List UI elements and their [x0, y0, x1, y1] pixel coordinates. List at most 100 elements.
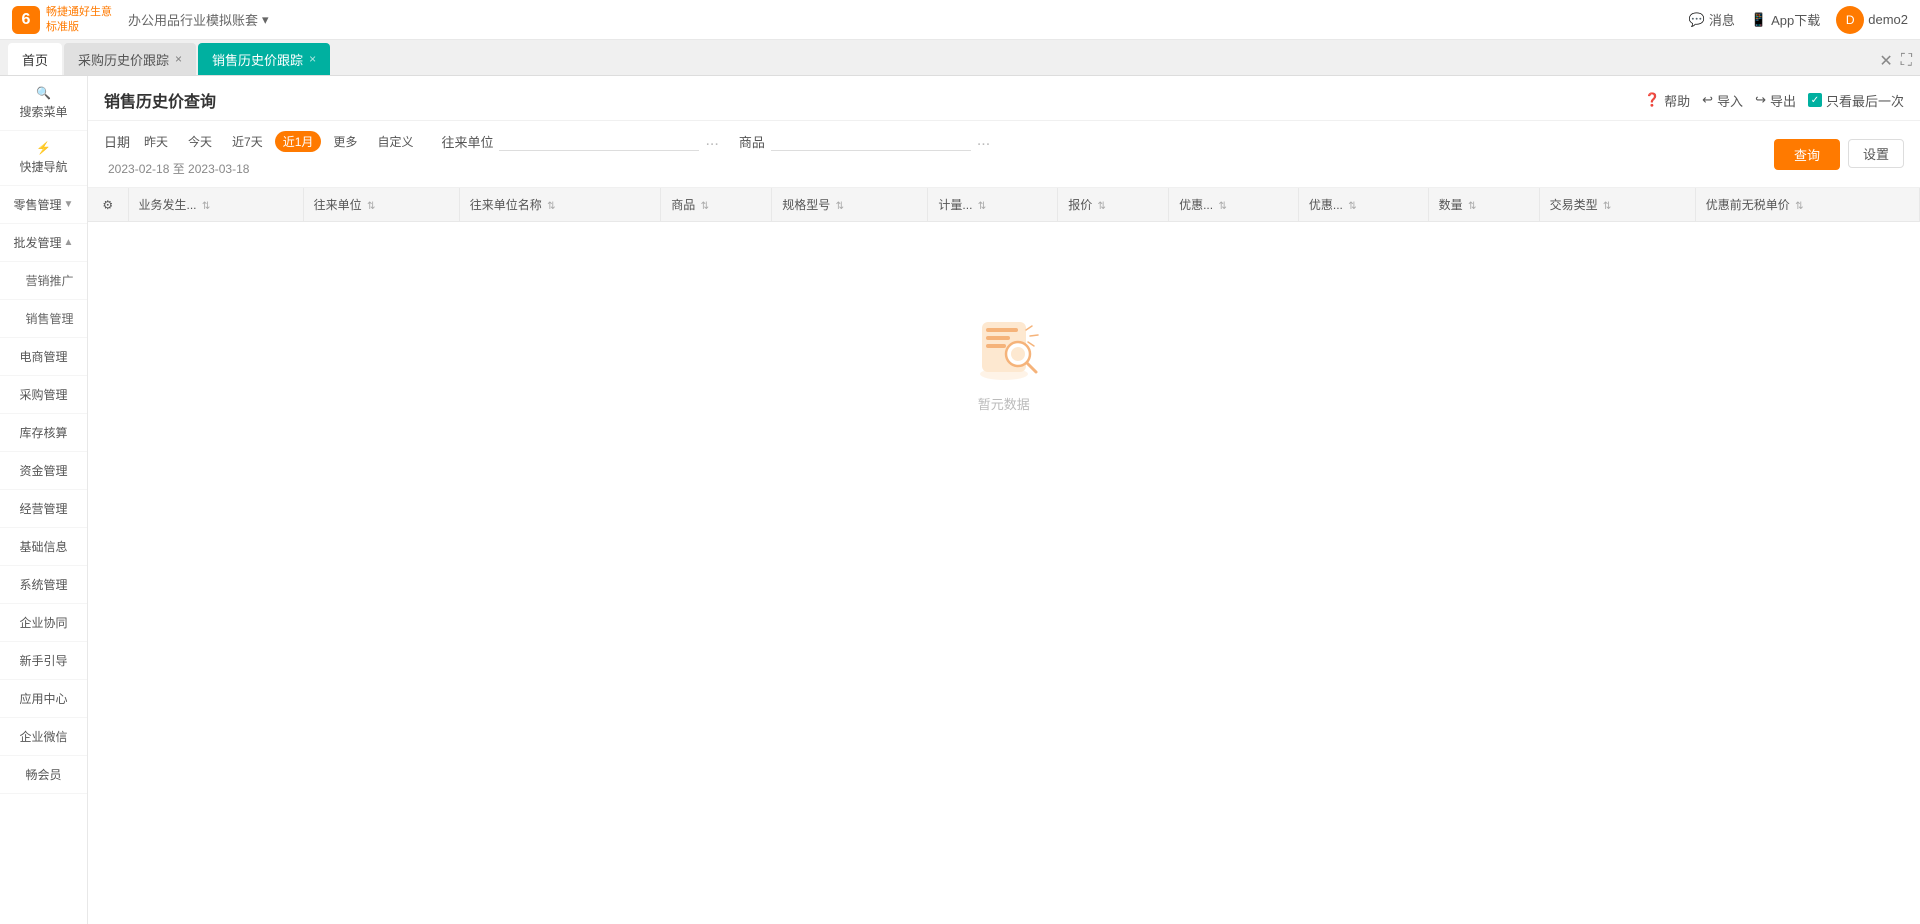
- date-pill-custom[interactable]: 自定义: [369, 131, 421, 152]
- sidebar-item-basic-info[interactable]: 基础信息: [0, 528, 87, 566]
- page-title: 销售历史价查询: [104, 88, 216, 112]
- sidebar-item-system-mgmt[interactable]: 系统管理: [0, 566, 87, 604]
- sidebar-item-inventory[interactable]: 库存核算: [0, 414, 87, 452]
- date-pill-7days[interactable]: 近7天: [224, 131, 271, 152]
- col-settings[interactable]: ⚙: [88, 188, 128, 222]
- partner-label: 往来单位: [441, 132, 493, 151]
- sort-icon: ⇅: [1795, 201, 1803, 212]
- col-product[interactable]: 商品 ⇅: [661, 188, 772, 222]
- product-input[interactable]: [771, 131, 971, 151]
- search-icon: 🔍: [36, 86, 51, 100]
- sort-icon: ⇅: [367, 201, 375, 212]
- download-icon: 📱: [1751, 12, 1767, 28]
- chevron-down-icon: ▼: [64, 199, 74, 210]
- sort-icon: ⇅: [1468, 201, 1476, 212]
- product-picker-button[interactable]: ...: [977, 132, 990, 150]
- date-pill-today[interactable]: 今天: [180, 131, 220, 152]
- tab-bar-actions: ✕ ⛶: [1879, 51, 1912, 75]
- import-button[interactable]: ↩ 导入: [1702, 91, 1743, 110]
- empty-state: 暂元数据: [88, 222, 1920, 493]
- sidebar-item-new-guide[interactable]: 新手引导: [0, 642, 87, 680]
- empty-icon: [964, 302, 1044, 382]
- sidebar-item-ecommerce-mgmt[interactable]: 电商管理: [0, 338, 87, 376]
- page-header: 销售历史价查询 ❓ 帮助 ↩ 导入 ↪ 导出 ✓ 只看最后一次: [88, 76, 1920, 121]
- empty-text: 暂元数据: [978, 394, 1030, 413]
- message-button[interactable]: 💬 消息: [1689, 10, 1735, 29]
- col-partner-code[interactable]: 往来单位 ⇅: [303, 188, 459, 222]
- content-area: 销售历史价查询 ❓ 帮助 ↩ 导入 ↪ 导出 ✓ 只看最后一次: [88, 76, 1920, 924]
- table-body: 暂元数据: [88, 222, 1920, 494]
- app-selector[interactable]: 办公用品行业模拟账套 ▾: [120, 6, 277, 33]
- tab-sales-history[interactable]: 销售历史价跟踪 ×: [198, 43, 330, 75]
- col-discount-amt[interactable]: 优惠... ⇅: [1298, 188, 1428, 222]
- tab-bar: 首页 采购历史价跟踪 × 销售历史价跟踪 × ✕ ⛶: [0, 40, 1920, 76]
- app-download-button[interactable]: 📱 App下载: [1751, 10, 1820, 29]
- sort-icon: ⇅: [1098, 201, 1106, 212]
- close-tab-sales[interactable]: ×: [309, 52, 316, 66]
- avatar: D: [1836, 6, 1864, 34]
- help-icon: ❓: [1644, 92, 1660, 108]
- user-menu[interactable]: D demo2: [1836, 6, 1908, 34]
- date-pills: 昨天 今天 近7天 近1月 更多 自定义: [136, 131, 421, 152]
- message-icon: 💬: [1689, 12, 1705, 28]
- sort-icon: ⇅: [701, 201, 709, 212]
- sidebar-item-finance-mgmt[interactable]: 资金管理: [0, 452, 87, 490]
- product-label: 商品: [739, 132, 765, 151]
- maximize-button[interactable]: ⛶: [1901, 52, 1912, 70]
- logo-area: 6 畅捷通好生意 标准版: [12, 5, 112, 34]
- product-filter-group: 商品 ...: [739, 131, 990, 151]
- partner-filter-group: 往来单位 ...: [441, 131, 718, 151]
- date-pill-1month[interactable]: 近1月: [275, 131, 322, 152]
- sidebar-item-wholesale-mgmt[interactable]: 批发管理 ▲: [0, 224, 87, 262]
- sidebar-item-enterprise-wechat[interactable]: 企业微信: [0, 718, 87, 756]
- sidebar-item-ops-mgmt[interactable]: 经营管理: [0, 490, 87, 528]
- sidebar-item-sales-mgmt[interactable]: 销售管理: [0, 300, 87, 338]
- col-trade-type[interactable]: 交易类型 ⇅: [1539, 188, 1695, 222]
- sort-icon: ⇅: [1603, 201, 1611, 212]
- logo-text: 畅捷通好生意 标准版: [46, 5, 112, 34]
- sidebar-item-vip[interactable]: 畅会员: [0, 756, 87, 794]
- sidebar-item-quick-nav[interactable]: ⚡ 快捷导航: [0, 131, 87, 186]
- settings-button[interactable]: 设置: [1848, 139, 1904, 168]
- sidebar-item-marketing[interactable]: 营销推广: [0, 262, 87, 300]
- import-icon: ↩: [1702, 92, 1713, 108]
- table-container: ⚙ 业务发生... ⇅ 往来单位 ⇅ 往来单位名称 ⇅: [88, 188, 1920, 924]
- sidebar-item-purchase-mgmt[interactable]: 采购管理: [0, 376, 87, 414]
- query-button[interactable]: 查询: [1774, 139, 1840, 170]
- help-button[interactable]: ❓ 帮助: [1644, 91, 1690, 110]
- col-discount-rate[interactable]: 优惠... ⇅: [1169, 188, 1299, 222]
- date-pill-more[interactable]: 更多: [325, 131, 365, 152]
- sidebar-item-enterprise-collab[interactable]: 企业协同: [0, 604, 87, 642]
- date-label: 日期: [104, 132, 130, 151]
- partner-picker-button[interactable]: ...: [705, 132, 718, 150]
- export-icon: ↪: [1755, 92, 1766, 108]
- sidebar: 🔍 搜索菜单 ⚡ 快捷导航 零售管理 ▼ 批发管理 ▲ 营销推广 销售管理 电商…: [0, 76, 88, 924]
- top-bar-left: 6 畅捷通好生意 标准版 办公用品行业模拟账套 ▾: [12, 5, 277, 34]
- chevron-down-icon: ▾: [262, 12, 269, 28]
- partner-input[interactable]: [499, 131, 699, 151]
- export-button[interactable]: ↪ 导出: [1755, 91, 1796, 110]
- col-spec[interactable]: 规格型号 ⇅: [772, 188, 928, 222]
- date-pill-yesterday[interactable]: 昨天: [136, 131, 176, 152]
- col-pre-tax-price[interactable]: 优惠前无税单价 ⇅: [1695, 188, 1919, 222]
- tab-purchase-history[interactable]: 采购历史价跟踪 ×: [64, 43, 196, 75]
- sidebar-item-search-menu[interactable]: 🔍 搜索菜单: [0, 76, 87, 131]
- data-table: ⚙ 业务发生... ⇅ 往来单位 ⇅ 往来单位名称 ⇅: [88, 188, 1920, 493]
- chevron-up-icon: ▲: [64, 237, 74, 248]
- col-partner-name[interactable]: 往来单位名称 ⇅: [459, 188, 661, 222]
- col-unit[interactable]: 计量... ⇅: [928, 188, 1058, 222]
- close-tab-purchase[interactable]: ×: [175, 52, 182, 66]
- only-last-checkbox[interactable]: ✓ 只看最后一次: [1808, 91, 1904, 110]
- tab-home[interactable]: 首页: [8, 43, 62, 75]
- page-actions: ❓ 帮助 ↩ 导入 ↪ 导出 ✓ 只看最后一次: [1644, 91, 1904, 110]
- col-qty[interactable]: 数量 ⇅: [1428, 188, 1539, 222]
- settings-icon: ⚙: [102, 198, 113, 212]
- date-filter-section: 日期 昨天 今天 近7天 近1月 更多 自定义 2023-02-18 至 202…: [104, 131, 421, 177]
- col-price[interactable]: 报价 ⇅: [1058, 188, 1169, 222]
- col-biz-date[interactable]: 业务发生... ⇅: [128, 188, 303, 222]
- sidebar-item-retail-mgmt[interactable]: 零售管理 ▼: [0, 186, 87, 224]
- close-all-tabs-button[interactable]: ✕: [1879, 51, 1892, 71]
- logo-icon: 6: [12, 6, 40, 34]
- sidebar-item-app-center[interactable]: 应用中心: [0, 680, 87, 718]
- checkbox-icon: ✓: [1808, 93, 1822, 107]
